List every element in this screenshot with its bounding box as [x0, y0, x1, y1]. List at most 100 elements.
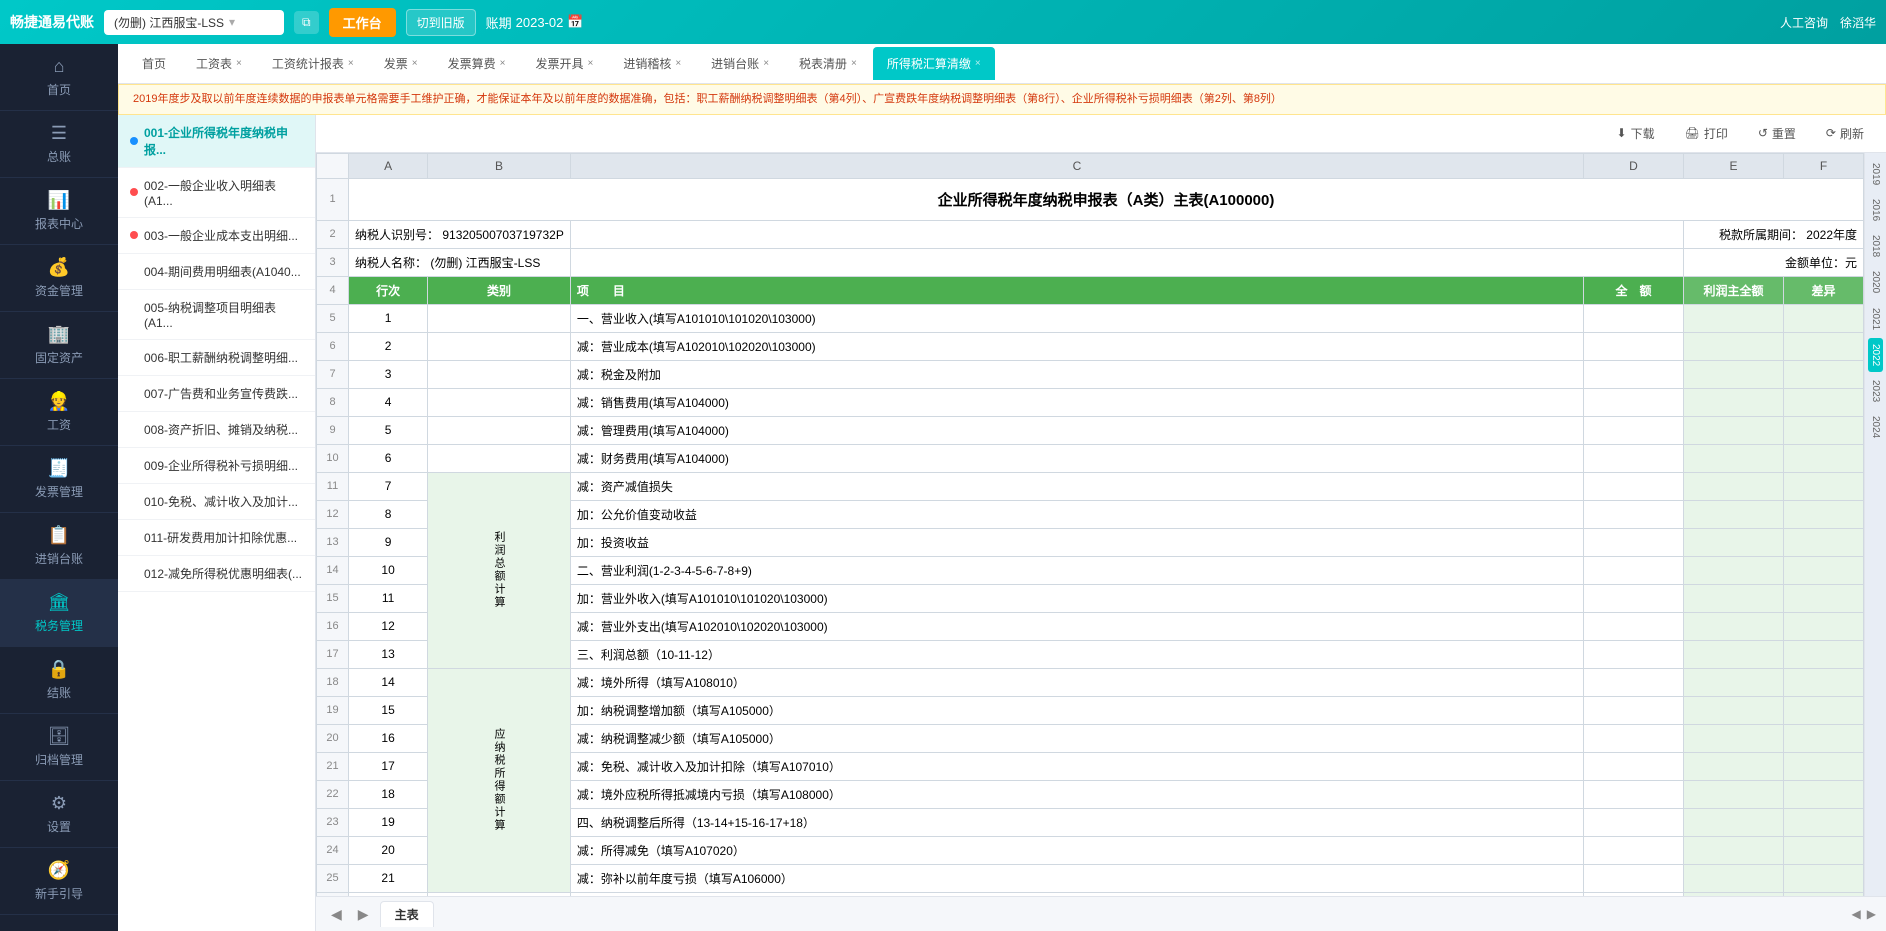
sidebar-item-settings[interactable]: ⚙ 设置 — [0, 781, 118, 848]
company-label: 纳税人名称： — [355, 256, 427, 270]
sidebar-item-label: 发票管理 — [35, 483, 83, 500]
sidebar-item-guide[interactable]: 🧭 新手引导 — [0, 848, 118, 915]
table-row[interactable]: 8 4 减：销售费用(填写A104000) — [317, 388, 1864, 416]
download-button[interactable]: ⬇ 下载 — [1609, 121, 1663, 146]
tab-sales-check[interactable]: 进销稽核 × — [609, 47, 695, 80]
status-dot — [130, 137, 138, 145]
year-item-2022[interactable]: 2022 — [1868, 338, 1883, 372]
table-row[interactable]: 9 5 减：管理费用(填写A104000) — [317, 416, 1864, 444]
tax-period-cell: 税款所属期间： 2022年度 — [1684, 220, 1864, 248]
reset-button[interactable]: ↺ 重置 — [1750, 121, 1804, 146]
company-selector[interactable]: (勿删) 江西服宝-LSS ▾ — [104, 10, 284, 35]
col-f-th: 差异 — [1784, 276, 1864, 304]
tab-salary-stats[interactable]: 工资统计报表 × — [258, 47, 368, 80]
copy-icon-btn[interactable]: ⧉ — [294, 11, 319, 34]
sidebar-item-salary[interactable]: 👷 工资 — [0, 379, 118, 446]
settings-icon: ⚙ — [51, 793, 67, 814]
left-panel-item-012[interactable]: 012-减免所得税优惠明细表(... — [118, 556, 315, 592]
sidebar-item-close[interactable]: 🔒 结账 — [0, 647, 118, 714]
left-panel-item-006[interactable]: 006-职工薪酬纳税调整明细... — [118, 340, 315, 376]
sheet-tab-main[interactable]: 主表 — [380, 901, 434, 927]
refresh-button[interactable]: ⟳ 刷新 — [1818, 121, 1872, 146]
tab-invoice[interactable]: 发票 × — [370, 47, 432, 80]
notice-text: 2019年度步及取以前年度连续数据的申报表单元格需要手工维护正确，才能保证本年及… — [133, 93, 1282, 105]
service-btn[interactable]: 人工咨询 — [1780, 14, 1828, 31]
tab-salary[interactable]: 工资表 × — [182, 47, 256, 80]
tab-invoice-open[interactable]: 发票开具 × — [521, 47, 607, 80]
left-panel-item-008[interactable]: 008-资产折旧、摊销及纳税... — [118, 412, 315, 448]
row-num: 1 — [317, 178, 349, 220]
left-panel-item-010[interactable]: 010-免税、减计收入及加计... — [118, 484, 315, 520]
tab-salary-label: 工资表 — [196, 55, 232, 72]
tab-close-icon[interactable]: × — [851, 58, 857, 69]
tax-period-label: 税款所属期间： — [1719, 228, 1803, 242]
tab-close-icon[interactable]: × — [236, 58, 242, 69]
tab-tax-clear[interactable]: 税表清册 × — [785, 47, 871, 80]
left-panel-item-label: 011-研发费用加计扣除优惠... — [130, 529, 297, 546]
currency-label: 金额单位：元 — [1785, 256, 1857, 270]
switch-version-button[interactable]: 切到旧版 — [406, 9, 476, 36]
left-panel-item-002[interactable]: 002-一般企业收入明细表(A1... — [118, 168, 315, 218]
year-item-2020[interactable]: 2020 — [1868, 265, 1883, 299]
table-row[interactable]: 18 14 应纳税所得额计算 减：境外所得（填写A108010） — [317, 668, 1864, 696]
tab-home[interactable]: 首页 — [128, 47, 180, 80]
sidebar-item-ledger[interactable]: ☰ 总账 — [0, 111, 118, 178]
tab-close-icon[interactable]: × — [675, 58, 681, 69]
left-panel-item-005[interactable]: 005-纳税调整项目明细表(A1... — [118, 290, 315, 340]
table-row[interactable]: 5 1 一、营业收入(填写A101010\101020\103000) — [317, 304, 1864, 332]
year-item-2023[interactable]: 2023 — [1868, 374, 1883, 408]
sheet-prev-arrow[interactable]: ◀ — [326, 904, 347, 925]
row-num: 3 — [317, 248, 349, 276]
sidebar-item-sales[interactable]: 📋 进销台账 — [0, 513, 118, 580]
sidebar-item-home[interactable]: ⌂ 首页 — [0, 44, 118, 111]
tab-invoice-calc[interactable]: 发票算费 × — [434, 47, 520, 80]
print-button[interactable]: 🖨 打印 — [1677, 121, 1736, 146]
table-title: 企业所得税年度纳税申报表（A类）主表(A100000) — [349, 178, 1864, 220]
tab-close-icon[interactable]: × — [412, 58, 418, 69]
sidebar-item-reports[interactable]: 📊 报表中心 — [0, 178, 118, 245]
sidebar-item-archive[interactable]: 🗄 归档管理 — [0, 714, 118, 781]
sidebar-item-assets[interactable]: 🏢 固定资产 — [0, 312, 118, 379]
tab-tax-income[interactable]: 所得税汇算清缴 × — [873, 47, 995, 80]
user-name[interactable]: 徐滔华 — [1840, 14, 1876, 31]
table-row[interactable]: 10 6 减：财务费用(填写A104000) — [317, 444, 1864, 472]
tax-table: A B C D E F — [316, 153, 1864, 897]
year-item-2018[interactable]: 2018 — [1868, 229, 1883, 263]
download-icon: ⬇ — [1617, 126, 1627, 140]
year-item-2021[interactable]: 2021 — [1868, 302, 1883, 336]
tab-close-icon[interactable]: × — [348, 58, 354, 69]
tab-home-label: 首页 — [142, 55, 166, 72]
tab-close-icon[interactable]: × — [975, 58, 981, 69]
left-panel-item-009[interactable]: 009-企业所得税补亏损明细... — [118, 448, 315, 484]
refresh-label: 刷新 — [1840, 125, 1864, 142]
col-b-th: 类别 — [428, 276, 571, 304]
tab-close-icon[interactable]: × — [500, 58, 506, 69]
assets-icon: 🏢 — [48, 324, 70, 345]
table-row[interactable]: 11 7 利润总额计算 减：资产减值损失 — [317, 472, 1864, 500]
table-row[interactable]: 7 3 减：税金及附加 — [317, 360, 1864, 388]
workbench-button[interactable]: 工作台 — [329, 8, 396, 37]
left-panel-item-011[interactable]: 011-研发费用加计扣除优惠... — [118, 520, 315, 556]
left-panel-item-label: 008-资产折旧、摊销及纳税... — [130, 421, 298, 438]
sidebar-item-invoice[interactable]: 🧾 发票管理 — [0, 446, 118, 513]
scroll-right-btn[interactable]: ▶ — [1867, 907, 1876, 921]
left-panel-item-003[interactable]: 003-一般企业成本支出明细... — [118, 218, 315, 254]
calendar-icon: 📅 — [567, 14, 583, 30]
left-panel-item-001[interactable]: 001-企业所得税年度纳税申报... — [118, 115, 315, 168]
year-item-2016[interactable]: 2016 — [1868, 193, 1883, 227]
table-row[interactable]: 6 2 减：营业成本(填写A102010\102020\103000) — [317, 332, 1864, 360]
tab-sales-ledger[interactable]: 进销台账 × — [697, 47, 783, 80]
tab-close-icon[interactable]: × — [587, 58, 593, 69]
year-item-2024[interactable]: 2024 — [1868, 410, 1883, 444]
left-panel-item-004[interactable]: 004-期间费用明细表(A1040... — [118, 254, 315, 290]
sidebar-item-tax[interactable]: 🏛 税务管理 — [0, 580, 118, 647]
left-panel-item-007[interactable]: 007-广告费和业务宣传费跌... — [118, 376, 315, 412]
col-c-th: 项 目 — [570, 276, 1583, 304]
scroll-left-btn[interactable]: ◀ — [1852, 907, 1861, 921]
sheet-next-arrow[interactable]: ▶ — [353, 904, 374, 925]
sidebar-item-capital[interactable]: 💰 资金管理 — [0, 245, 118, 312]
tab-salary-stats-label: 工资统计报表 — [272, 55, 344, 72]
year-item-2019[interactable]: 2019 — [1868, 157, 1883, 191]
tab-close-icon[interactable]: × — [763, 58, 769, 69]
sidebar-item-member[interactable]: ✦ 畅会员 — [0, 915, 118, 931]
